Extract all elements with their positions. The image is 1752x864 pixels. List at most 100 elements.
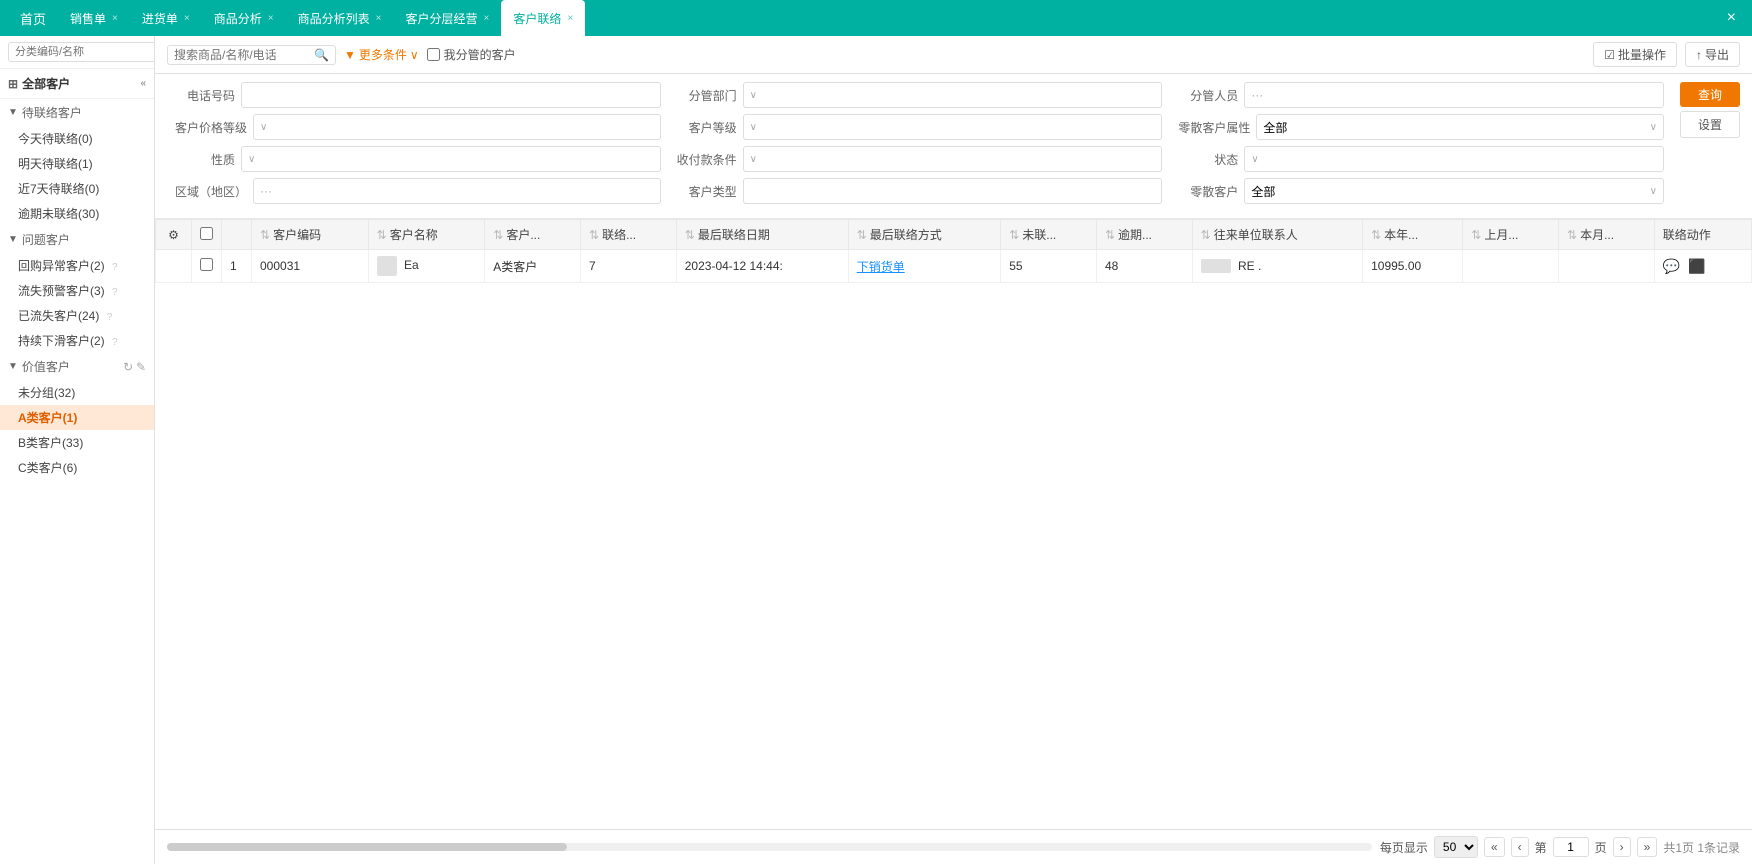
horizontal-scrollbar[interactable] [167,843,1372,851]
name-column-header[interactable]: ⇅客户名称 [368,220,485,250]
help-icon: ? [112,337,118,348]
message-icon[interactable]: 💬 [1663,258,1680,275]
close-icon[interactable]: × [184,13,190,24]
code-column-header[interactable]: ⇅客户编码 [252,220,369,250]
tab-analysis-list[interactable]: 商品分析列表 × [286,0,394,36]
contact-person-avatar [1201,259,1231,273]
overdue-column-header[interactable]: ⇅逾期... [1096,220,1192,250]
sidebar-search-area: 🔍 [0,36,154,69]
problem-customers-group[interactable]: ▼ 问题客户 [0,226,154,253]
sidebar-item-class-c[interactable]: C类客户(6) [0,455,154,480]
nature-label: 性质 [175,151,235,168]
scrollbar-thumb[interactable] [167,843,567,851]
content-area: 🔍 ▼ 更多条件 ∨ 我分管的客户 ☑ 批量操作 ↑ 导出 [155,36,1752,864]
next-page-button[interactable]: › [1613,837,1631,857]
region-input[interactable]: ··· [253,178,661,204]
page-number-input[interactable] [1553,837,1589,857]
pending-contact-group[interactable]: ▼ 待联络客户 [0,99,154,126]
sidebar-item-today[interactable]: 今天待联络(0) [0,126,154,151]
chevron-down-icon: ∨ [750,122,757,133]
row-contact-person: RE . [1192,250,1362,283]
settings-button[interactable]: 设置 [1680,111,1740,138]
last-month-column-header[interactable]: ⇅上月... [1463,220,1559,250]
sidebar-item-overdue[interactable]: 逾期未联络(30) [0,201,154,226]
gear-column-header[interactable]: ⚙ [156,220,192,250]
problem-customers-label: 问题客户 [22,231,70,248]
sidebar-item-declining[interactable]: 持续下滑客户(2) ? [0,328,154,353]
filter-customer-level: 客户等级 ∨ [669,114,1171,140]
sidebar-item-class-a[interactable]: A类客户(1) [0,405,154,430]
close-icon[interactable]: × [268,13,274,24]
filter-manager: 分管人员 ··· [1170,82,1672,108]
close-icon[interactable]: × [483,13,489,24]
refresh-icon[interactable]: ↻ [123,360,133,374]
last-page-button[interactable]: » [1637,837,1658,857]
query-button[interactable]: 查询 [1680,82,1740,107]
row-no-contact: 55 [1001,250,1097,283]
row-action: 💬 ⬛ [1654,250,1751,283]
scattered-select[interactable]: 全部 ∨ [1244,178,1664,204]
ellipsis-icon: ··· [1251,88,1263,102]
sidebar-item-7days[interactable]: 近7天待联络(0) [0,176,154,201]
qr-icon[interactable]: ⬛ [1688,258,1705,275]
more-filters-button[interactable]: ▼ 更多条件 ∨ [344,46,419,63]
close-icon[interactable]: × [112,13,118,24]
phone-input[interactable] [241,82,661,108]
tab-sales[interactable]: 销售单 × [58,0,130,36]
collapse-button[interactable]: « [140,78,146,89]
last-date-column-header[interactable]: ⇅最后联络日期 [676,220,848,250]
tab-analysis[interactable]: 商品分析 × [202,0,286,36]
customer-type-label: 客户类型 [677,183,737,200]
no-contact-column-header[interactable]: ⇅未联... [1001,220,1097,250]
per-page-select[interactable]: 50 [1434,836,1478,858]
sidebar-item-churn-warning[interactable]: 流失预警客户(3) ? [0,278,154,303]
tab-customer-tier[interactable]: 客户分层经营 × [393,0,501,36]
select-all-checkbox[interactable] [200,227,213,240]
close-icon[interactable]: × [376,13,382,24]
sidebar-item-tomorrow[interactable]: 明天待联络(1) [0,151,154,176]
scattered-attr-select[interactable]: 全部 ∨ [1256,114,1664,140]
batch-operation-button[interactable]: ☑ 批量操作 [1593,42,1677,67]
close-all-button[interactable]: × [1719,9,1744,27]
price-level-select[interactable]: ∨ [253,114,661,140]
bottom-bar: 每页显示 50 « ‹ 第 页 › » 共1页 1条记录 [155,829,1752,864]
value-customers-group[interactable]: ▼ 价值客户 ↻ ✎ [0,353,154,380]
edit-icon[interactable]: ✎ [136,360,146,374]
arrow-icon: ▼ [8,361,18,372]
export-button[interactable]: ↑ 导出 [1685,42,1740,67]
sidebar-item-repurchase-abnormal[interactable]: 回购异常客户(2) ? [0,253,154,278]
type-column-header[interactable]: ⇅客户... [485,220,581,250]
manager-input[interactable]: ··· [1244,82,1664,108]
row-select-checkbox[interactable] [200,258,213,271]
customer-type-input[interactable] [743,178,1163,204]
this-year-column-header[interactable]: ⇅本年... [1363,220,1463,250]
contact-column-header[interactable]: ⇅联络... [581,220,677,250]
status-select[interactable]: ∨ [1244,146,1664,172]
payment-label: 收付款条件 [677,151,737,168]
my-customers-input[interactable] [427,48,440,61]
customer-level-select[interactable]: ∨ [743,114,1163,140]
row-this-month [1559,250,1655,283]
last-method-link[interactable]: 下销货单 [857,260,905,274]
sidebar-search-input[interactable] [8,42,155,62]
tab-customer-contact[interactable]: 客户联络 × [501,0,585,36]
sidebar-item-unclassified[interactable]: 未分组(32) [0,380,154,405]
sidebar-item-churned[interactable]: 已流失客户(24) ? [0,303,154,328]
page-suffix: 页 [1595,839,1607,856]
home-tab[interactable]: 首页 [8,9,58,28]
payment-select[interactable]: ∨ [743,146,1163,172]
tab-purchase[interactable]: 进货单 × [130,0,202,36]
dept-select[interactable]: ∨ [743,82,1163,108]
search-input[interactable] [174,48,314,62]
close-icon[interactable]: × [567,13,573,24]
this-month-column-header[interactable]: ⇅本月... [1559,220,1655,250]
row-last-method[interactable]: 下销货单 [848,250,1001,283]
last-method-column-header[interactable]: ⇅最后联络方式 [848,220,1001,250]
first-page-button[interactable]: « [1484,837,1505,857]
prev-page-button[interactable]: ‹ [1511,837,1529,857]
nature-select[interactable]: ∨ [241,146,661,172]
search-icon[interactable]: 🔍 [314,48,329,62]
contact-person-column-header[interactable]: ⇅往来单位联系人 [1192,220,1362,250]
customer-avatar [377,256,397,276]
sidebar-item-class-b[interactable]: B类客户(33) [0,430,154,455]
